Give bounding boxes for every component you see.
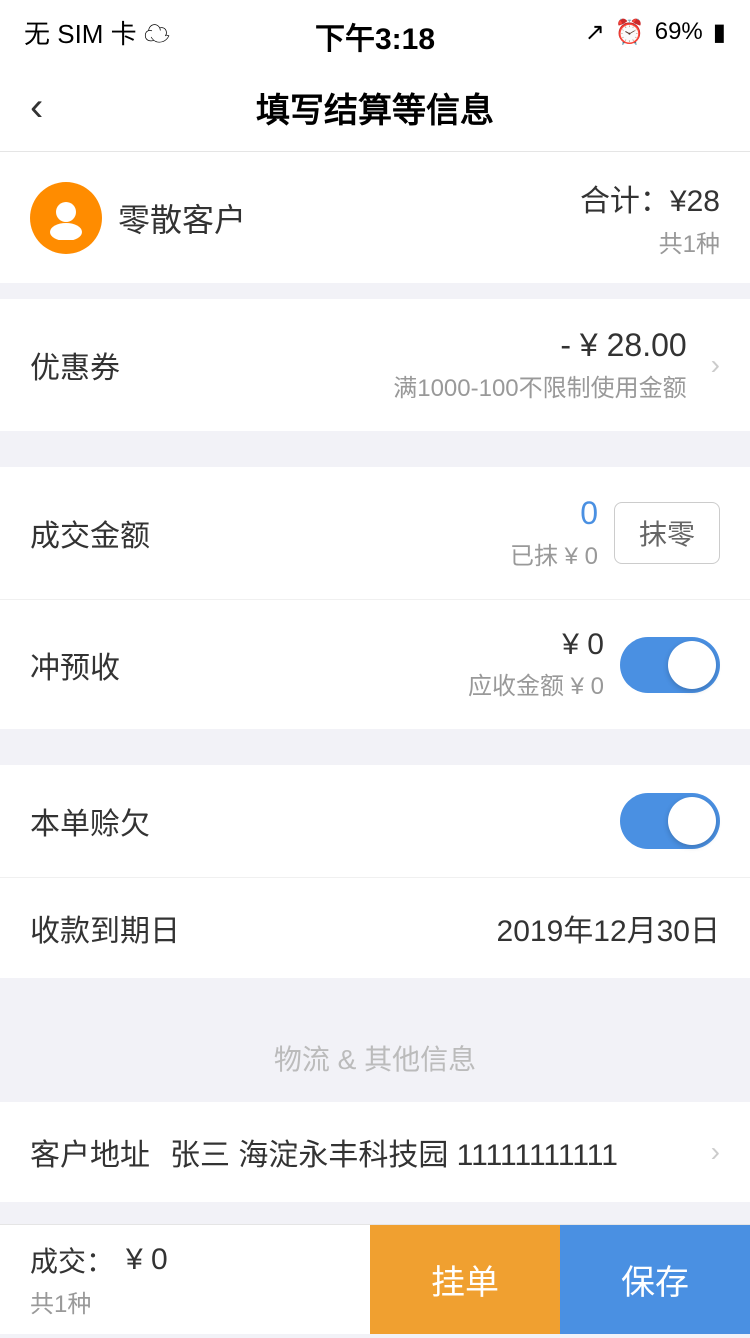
bottom-info: 成交： ¥ 0 共1种 (0, 1225, 370, 1334)
due-date-value: 2019年12月30日 (497, 906, 720, 950)
deal-amount-label: 成交金额 (30, 511, 150, 555)
debit-toggle[interactable] (620, 793, 720, 849)
coupon-chevron-icon: › (711, 349, 720, 381)
coupon-sub: 满1000-100不限制使用金额 (393, 368, 686, 403)
deal-amount-sub: 已抹 ¥ 0 (510, 536, 598, 571)
deal-amount-right: 0 已抹 ¥ 0 抹零 (510, 495, 720, 571)
address-row[interactable]: 客户地址 张三 海淀永丰科技园 11111111111 › (0, 1102, 750, 1202)
deal-section: 成交金额 0 已抹 ¥ 0 抹零 冲预收 ¥ 0 应收金额 ¥ 0 (0, 467, 750, 729)
address-chevron-icon: › (711, 1136, 720, 1168)
prepaid-value: ¥ 0 (468, 628, 604, 662)
debit-row: 本单赊欠 (0, 765, 750, 878)
divider-3 (0, 994, 750, 1014)
status-right: ↗ ⏰ 69% ▮ (585, 18, 726, 47)
debit-toggle-knob (668, 797, 716, 845)
deal-amount-value: 0 (510, 495, 598, 532)
divider-1 (0, 447, 750, 467)
save-button[interactable]: 保存 (560, 1225, 750, 1334)
nav-bar: ‹ 填写结算等信息 (0, 64, 750, 152)
battery-text: 69% (655, 18, 703, 46)
status-time: 下午3:18 (315, 14, 435, 58)
bottom-deal-value: ¥ 0 (126, 1243, 168, 1277)
battery-icon: ▮ (713, 18, 726, 47)
round-off-button[interactable]: 抹零 (614, 502, 720, 564)
prepaid-sub: 应收金额 ¥ 0 (468, 666, 604, 701)
status-bar: 无 SIM 卡 ☁ 下午3:18 ↗ ⏰ 69% ▮ (0, 0, 750, 64)
prepaid-label: 冲预收 (30, 643, 120, 687)
prepaid-toggle[interactable] (620, 637, 720, 693)
coupon-section: 优惠券 - ¥ 28.00 满1000-100不限制使用金额 › (0, 299, 750, 431)
prepaid-row: 冲预收 ¥ 0 应收金额 ¥ 0 (0, 600, 750, 729)
bottom-bar: 成交： ¥ 0 共1种 挂单 保存 (0, 1224, 750, 1334)
back-button[interactable]: ‹ (30, 85, 43, 130)
customer-count: 共1种 (580, 224, 720, 259)
sim-status: 无 SIM 卡 ☁ (24, 14, 170, 51)
bottom-count: 共1种 (30, 1284, 340, 1319)
divider-2 (0, 745, 750, 765)
logistics-header: 物流 & 其他信息 (0, 1014, 750, 1102)
customer-row: 零散客户 合计：¥28 共1种 (0, 152, 750, 283)
debit-right (620, 793, 720, 849)
customer-left: 零散客户 (30, 182, 246, 254)
alarm-icon: ⏰ (615, 18, 645, 47)
coupon-label: 优惠券 (30, 343, 120, 387)
customer-name: 零散客户 (118, 195, 246, 241)
coupon-row[interactable]: 优惠券 - ¥ 28.00 满1000-100不限制使用金额 › (0, 299, 750, 431)
page-title: 填写结算等信息 (256, 83, 494, 132)
address-value: 张三 海淀永丰科技园 11111111111 (170, 1130, 703, 1174)
address-label: 客户地址 (30, 1130, 150, 1174)
customer-right: 合计：¥28 共1种 (580, 176, 720, 259)
pending-button[interactable]: 挂单 (370, 1225, 560, 1334)
toggle-knob (668, 641, 716, 689)
content: 零散客户 合计：¥28 共1种 优惠券 - ¥ 28.00 满1000-100不… (0, 152, 750, 1338)
due-date-label: 收款到期日 (30, 906, 180, 950)
deal-amount-row: 成交金额 0 已抹 ¥ 0 抹零 (0, 467, 750, 600)
location-icon: ↗ (585, 18, 605, 47)
debit-section: 本单赊欠 收款到期日 2019年12月30日 (0, 765, 750, 978)
bottom-deal: 成交： ¥ 0 (30, 1240, 340, 1280)
bottom-deal-label: 成交： (30, 1240, 114, 1280)
due-date-row: 收款到期日 2019年12月30日 (0, 878, 750, 978)
avatar (30, 182, 102, 254)
address-section: 客户地址 张三 海淀永丰科技园 11111111111 › (0, 1102, 750, 1202)
debit-label: 本单赊欠 (30, 799, 150, 843)
prepaid-right: ¥ 0 应收金额 ¥ 0 (468, 628, 720, 701)
logistics-header-text: 物流 & 其他信息 (274, 1044, 476, 1075)
coupon-value: - ¥ 28.00 (393, 327, 686, 364)
coupon-right: - ¥ 28.00 满1000-100不限制使用金额 › (393, 327, 720, 403)
customer-total: 合计：¥28 (580, 176, 720, 220)
status-left: 无 SIM 卡 ☁ (24, 14, 170, 51)
